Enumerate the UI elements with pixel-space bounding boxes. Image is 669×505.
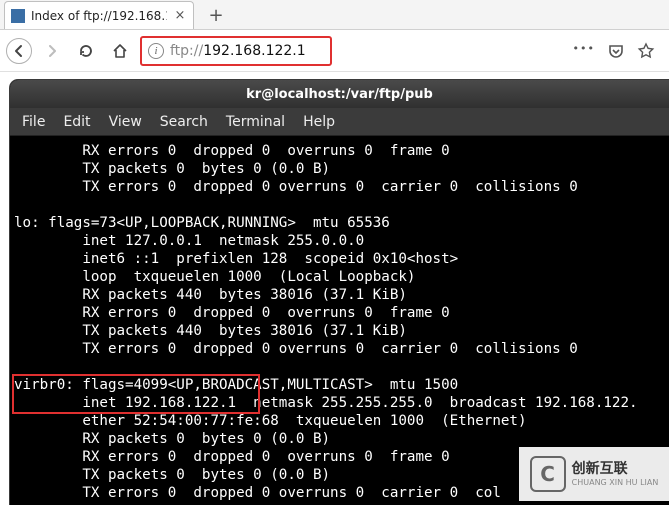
forward-button[interactable] xyxy=(38,37,66,65)
menu-file[interactable]: File xyxy=(22,114,45,130)
browser-navbar: i ftp://192.168.122.1 ••• xyxy=(0,30,669,72)
browser-tab[interactable]: Index of ftp://192.168.12 × xyxy=(4,1,194,29)
url-scheme: ftp:// xyxy=(170,43,203,59)
page-actions-button[interactable]: ••• xyxy=(573,42,595,60)
terminal-titlebar[interactable]: kr@localhost:/var/ftp/pub xyxy=(10,80,669,108)
terminal-menubar: File Edit View Search Terminal Help xyxy=(10,108,669,136)
home-button[interactable] xyxy=(106,37,134,65)
menu-terminal[interactable]: Terminal xyxy=(226,114,285,130)
pocket-button[interactable] xyxy=(607,42,625,60)
menu-search[interactable]: Search xyxy=(160,114,208,130)
menu-help[interactable]: Help xyxy=(303,114,335,130)
watermark-text-1: 创新互联 xyxy=(572,461,659,478)
new-tab-button[interactable]: + xyxy=(202,1,230,29)
bookmark-star-button[interactable] xyxy=(637,42,655,60)
terminal-title-text: kr@localhost:/var/ftp/pub xyxy=(246,87,433,102)
tab-title: Index of ftp://192.168.12 xyxy=(31,9,167,23)
terminal-window: kr@localhost:/var/ftp/pub File Edit View… xyxy=(10,80,669,505)
url-bar[interactable]: i ftp://192.168.122.1 xyxy=(140,36,332,66)
menu-view[interactable]: View xyxy=(109,114,142,130)
watermark-text-2: CHUANG XIN HU LIAN xyxy=(572,478,659,488)
toolbar-right: ••• xyxy=(573,42,663,60)
url-host: 192.168.122.1 xyxy=(203,43,305,59)
watermark: C 创新互联 CHUANG XIN HU LIAN xyxy=(519,447,669,501)
back-button[interactable] xyxy=(6,38,32,64)
reload-button[interactable] xyxy=(72,37,100,65)
tab-close-button[interactable]: × xyxy=(173,9,187,23)
tab-favicon xyxy=(11,9,25,23)
watermark-logo-icon: C xyxy=(530,456,566,492)
browser-tabbar: Index of ftp://192.168.12 × + xyxy=(0,0,669,30)
site-info-icon[interactable]: i xyxy=(148,43,164,59)
menu-edit[interactable]: Edit xyxy=(63,114,90,130)
